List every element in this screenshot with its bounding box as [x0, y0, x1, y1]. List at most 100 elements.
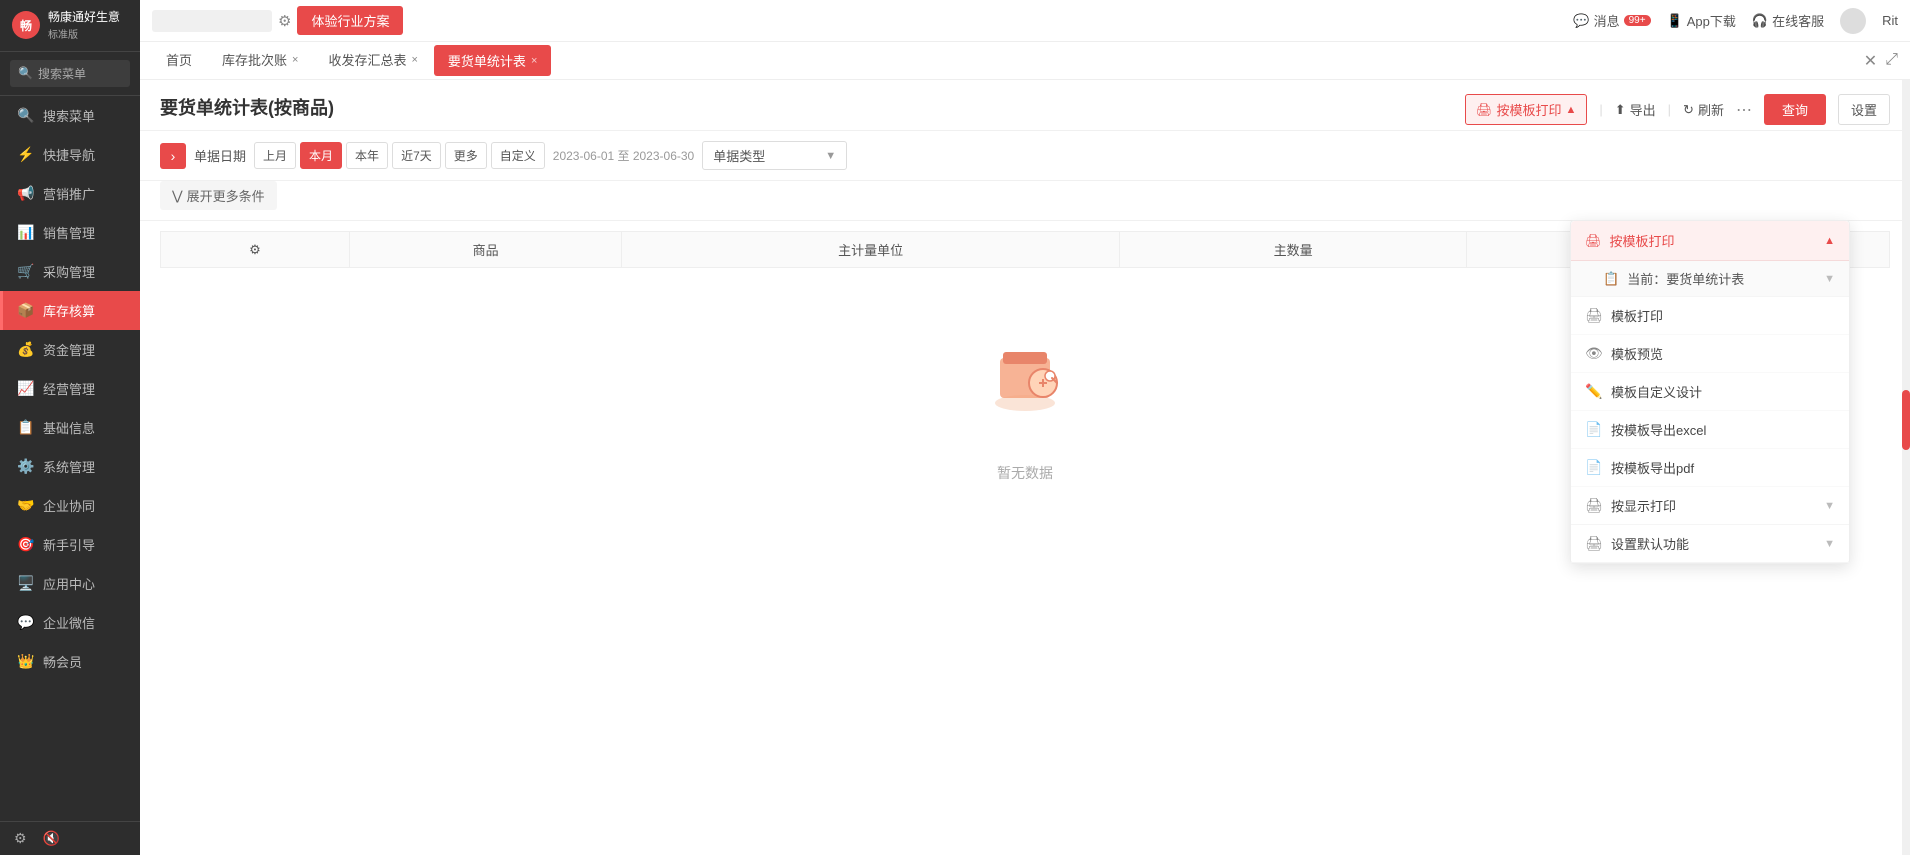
sidebar-item-newbie[interactable]: 🎯新手引导 — [0, 525, 140, 564]
date-btn-近7天[interactable]: 近7天 — [392, 142, 441, 169]
basic-icon: 📋 — [17, 419, 35, 436]
col-header-settings[interactable]: ⚙ — [161, 232, 350, 268]
tab-close-inventory-batch[interactable]: × — [292, 54, 298, 66]
settings-button[interactable]: 设置 — [1838, 94, 1890, 125]
empty-icon — [975, 328, 1075, 447]
more-options-icon[interactable]: ⋯ — [1736, 100, 1752, 120]
user-name: Rit — [1882, 13, 1898, 28]
date-btn-自定义[interactable]: 自定义 — [491, 142, 545, 169]
dropdown-section-set-default[interactable]: 🖨设置默认功能▼ — [1571, 525, 1849, 563]
date-buttons-group: 上月本月本年近7天更多自定义 — [254, 142, 545, 169]
sidebar: 畅 畅康通好生意 标准版 🔍 搜索菜单 🔍搜索菜单⚡快捷导航📢营销推广📊销售管理… — [0, 0, 140, 855]
header-nav: ⚙ 体验行业方案 — [152, 6, 1563, 35]
newbie-icon: 🎯 — [17, 536, 35, 553]
dropdown-item-template-custom[interactable]: ✏️模板自定义设计 — [1571, 373, 1849, 411]
sidebar-search-area: 🔍 搜索菜单 — [0, 52, 140, 96]
display-print-arrow: ▼ — [1824, 500, 1835, 512]
template-print-icon: 🖨 — [1585, 307, 1601, 324]
app-download-action[interactable]: 📱 App下载 — [1667, 11, 1736, 30]
sidebar-item-inventory[interactable]: 📦库存核算 — [0, 291, 140, 330]
dropdown-items-list: 🖨模板打印👁模板预览✏️模板自定义设计📄按模板导出excel📄按模板导出pdf — [1571, 297, 1849, 487]
dropdown-item-export-excel[interactable]: 📄按模板导出excel — [1571, 411, 1849, 449]
operations-icon: 📈 — [17, 380, 35, 397]
sidebar-item-marketing[interactable]: 📢营销推广 — [0, 174, 140, 213]
sidebar-item-wechat[interactable]: 💬企业微信 — [0, 603, 140, 642]
message-icon: 💬 — [1573, 13, 1589, 29]
sidebar-item-search[interactable]: 🔍搜索菜单 — [0, 96, 140, 135]
date-btn-上月[interactable]: 上月 — [254, 142, 296, 169]
close-tab-button[interactable]: ✕ — [1864, 51, 1877, 71]
header-right-actions: 💬 消息 99+ 📱 App下载 🎧 在线客服 Rit — [1573, 8, 1898, 34]
sidebar-item-sales[interactable]: 📊销售管理 — [0, 213, 140, 252]
user-avatar[interactable] — [1840, 8, 1866, 34]
date-btn-本月[interactable]: 本月 — [300, 142, 342, 169]
set-default-arrow: ▼ — [1824, 538, 1835, 550]
tab-receivable-summary[interactable]: 收发存汇总表× — [314, 44, 431, 77]
right-scrollbar[interactable] — [1902, 80, 1910, 855]
marketing-icon: 📢 — [17, 185, 35, 202]
search-icon: 🔍 — [17, 107, 35, 124]
expand-sidebar-button[interactable]: › — [160, 143, 186, 169]
sidebar-item-finance[interactable]: 💰资金管理 — [0, 330, 140, 369]
export-excel-icon: 📄 — [1585, 421, 1601, 438]
search-icon: 🔍 — [18, 66, 33, 80]
sidebar-item-app-center[interactable]: 🖥️应用中心 — [0, 564, 140, 603]
content-area: 要货单统计表(按商品) › 单据日期 上月本月本年近7天更多自定义 2023-0… — [140, 80, 1910, 855]
search-menu-button[interactable]: 🔍 搜索菜单 — [10, 60, 130, 87]
empty-text: 暂无数据 — [997, 463, 1053, 483]
dropdown-sections-list: 🖨按显示打印▼🖨设置默认功能▼ — [1571, 487, 1849, 563]
type-selector[interactable]: 单据类型 ▼ — [702, 141, 847, 170]
sidebar-item-basic[interactable]: 📋基础信息 — [0, 408, 140, 447]
query-button[interactable]: 查询 — [1764, 94, 1826, 125]
messages-action[interactable]: 💬 消息 99+ — [1573, 11, 1650, 30]
export-button[interactable]: ⬆ 导出 — [1615, 100, 1656, 119]
service-icon: 🎧 — [1752, 13, 1768, 29]
sidebar-item-member[interactable]: 👑畅会员 — [0, 642, 140, 681]
sidebar-item-enterprise[interactable]: 🤝企业协同 — [0, 486, 140, 525]
main-content: ⚙ 体验行业方案 💬 消息 99+ 📱 App下载 🎧 在线客服 Rit 首页库… — [140, 0, 1910, 855]
divider2: | — [1668, 102, 1671, 117]
maximize-button[interactable]: ⤢ — [1885, 51, 1898, 71]
tab-close-order-stats[interactable]: × — [531, 55, 537, 67]
tab-order-stats[interactable]: 要货单统计表× — [434, 45, 551, 76]
sidebar-item-operations[interactable]: 📈经营管理 — [0, 369, 140, 408]
dropdown-item-template-print[interactable]: 🖨模板打印 — [1571, 297, 1849, 335]
date-range-text: 2023-06-01 至 2023-06-30 — [553, 147, 694, 164]
tabs-bar: 首页库存批次账×收发存汇总表×要货单统计表× ✕ ⤢ — [140, 42, 1910, 80]
sidebar-item-purchase[interactable]: 🛒采购管理 — [0, 252, 140, 291]
refresh-button[interactable]: ↻ 刷新 — [1683, 100, 1724, 119]
online-service-action[interactable]: 🎧 在线客服 — [1752, 11, 1824, 30]
quick-nav-icon: ⚡ — [17, 146, 35, 163]
header-search-input[interactable] — [152, 10, 272, 32]
app-center-icon: 🖥️ — [17, 575, 35, 592]
sidebar-item-quick-nav[interactable]: ⚡快捷导航 — [0, 135, 140, 174]
col-header-product: 商品 — [350, 232, 622, 268]
tab-close-receivable-summary[interactable]: × — [411, 54, 417, 66]
date-btn-本年[interactable]: 本年 — [346, 142, 388, 169]
type-selector-arrow-icon: ▼ — [825, 150, 836, 162]
print-template-button[interactable]: 🖨 按模板打印 ▲ — [1465, 94, 1587, 125]
settings-bottom-icon[interactable]: ⚙ — [14, 830, 27, 847]
dropdown-menu: 🖨 按模板打印 ▲ 📋 当前：要货单统计表 ▼ 🖨模板打印👁模板预览✏️模板自定… — [1570, 220, 1850, 564]
toolbar: › 单据日期 上月本月本年近7天更多自定义 2023-06-01 至 2023-… — [140, 131, 1910, 181]
header-gear-icon[interactable]: ⚙ — [278, 12, 291, 30]
tabs-right-controls: ✕ ⤢ — [1864, 51, 1898, 71]
dropdown-item-export-pdf[interactable]: 📄按模板导出pdf — [1571, 449, 1849, 487]
expand-icon: ⋁ — [172, 188, 183, 204]
dropdown-header[interactable]: 🖨 按模板打印 ▲ — [1571, 221, 1849, 261]
sound-bottom-icon[interactable]: 🔇 — [43, 830, 60, 847]
expand-conditions-button[interactable]: ⋁ 展开更多条件 — [160, 181, 277, 210]
tab-home[interactable]: 首页 — [152, 44, 206, 77]
sales-icon: 📊 — [17, 224, 35, 241]
dropdown-item-template-preview[interactable]: 👁模板预览 — [1571, 335, 1849, 373]
print-dropdown-icon: 🖨 — [1585, 233, 1602, 249]
top-header: ⚙ 体验行业方案 💬 消息 99+ 📱 App下载 🎧 在线客服 Rit — [140, 0, 1910, 42]
app-name: 畅康通好生意 — [48, 10, 120, 26]
tab-inventory-batch[interactable]: 库存批次账× — [208, 44, 312, 77]
template-custom-icon: ✏️ — [1585, 383, 1601, 400]
trial-button[interactable]: 体验行业方案 — [297, 6, 403, 35]
date-btn-更多[interactable]: 更多 — [445, 142, 487, 169]
dropdown-current-item[interactable]: 📋 当前：要货单统计表 ▼ — [1571, 261, 1849, 297]
dropdown-section-display-print[interactable]: 🖨按显示打印▼ — [1571, 487, 1849, 525]
sidebar-item-system[interactable]: ⚙️系统管理 — [0, 447, 140, 486]
